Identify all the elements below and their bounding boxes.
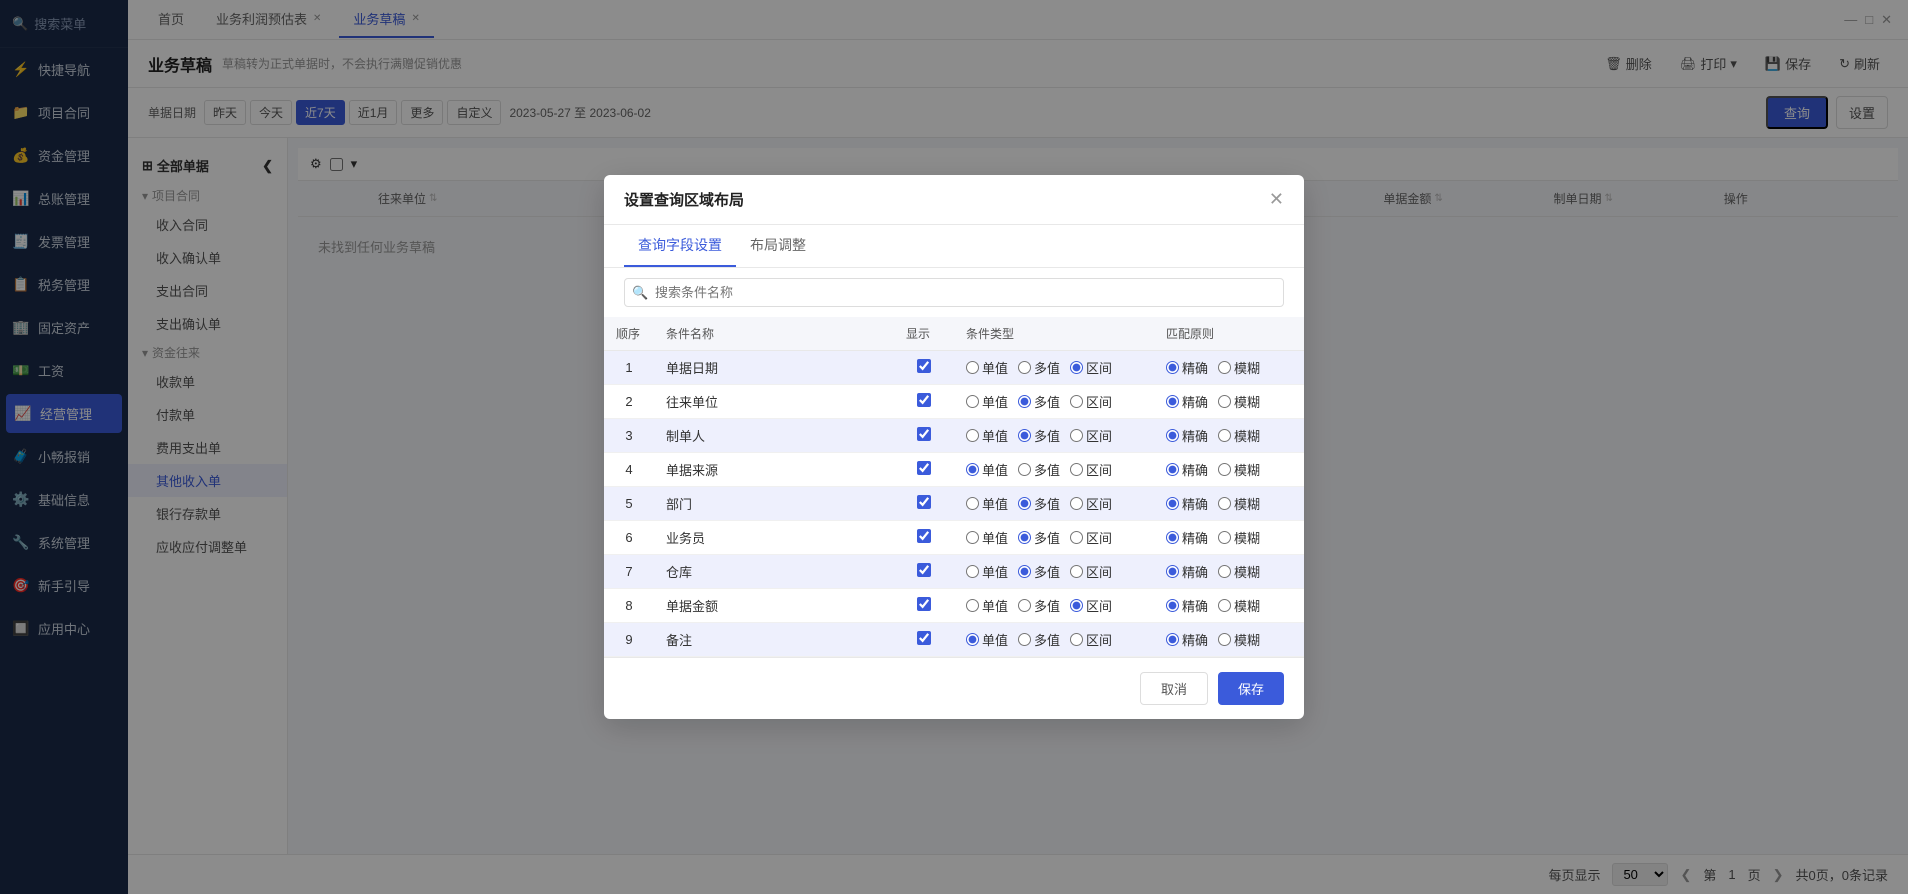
cell-type: 单值多值区间 xyxy=(954,487,1154,521)
dialog-close-button[interactable]: ✕ xyxy=(1269,189,1284,210)
show-checkbox-6[interactable] xyxy=(917,529,931,543)
dialog-body: 查询字段设置 布局调整 🔍 顺序 条件名称 显示 条件类型 xyxy=(604,225,1304,657)
dialog-tabs: 查询字段设置 布局调整 xyxy=(604,225,1304,268)
cell-order: 5 xyxy=(604,487,654,521)
cell-match: 精确模糊 xyxy=(1154,487,1304,521)
table-row: 7 仓库 单值多值区间 精确模糊 xyxy=(604,555,1304,589)
cell-type: 单值多值区间 xyxy=(954,351,1154,385)
cell-order: 3 xyxy=(604,419,654,453)
cell-order: 9 xyxy=(604,623,654,657)
tab-layout[interactable]: 布局调整 xyxy=(736,225,820,267)
cell-show[interactable] xyxy=(894,453,954,487)
show-checkbox-8[interactable] xyxy=(917,597,931,611)
cell-order: 2 xyxy=(604,385,654,419)
show-checkbox-9[interactable] xyxy=(917,631,931,645)
cell-show[interactable] xyxy=(894,521,954,555)
cancel-button[interactable]: 取消 xyxy=(1140,672,1208,705)
cell-type: 单值多值区间 xyxy=(954,623,1154,657)
show-checkbox-3[interactable] xyxy=(917,427,931,441)
cell-name: 备注 xyxy=(654,623,894,657)
th-type: 条件类型 xyxy=(954,317,1154,351)
cell-show[interactable] xyxy=(894,555,954,589)
th-match: 匹配原则 xyxy=(1154,317,1304,351)
show-checkbox-7[interactable] xyxy=(917,563,931,577)
cell-name: 单据来源 xyxy=(654,453,894,487)
table-row: 3 制单人 单值多值区间 精确模糊 xyxy=(604,419,1304,453)
cell-type: 单值多值区间 xyxy=(954,385,1154,419)
cell-match: 精确模糊 xyxy=(1154,351,1304,385)
table-row: 8 单据金额 单值多值区间 精确模糊 xyxy=(604,589,1304,623)
cell-order: 4 xyxy=(604,453,654,487)
dialog-header: 设置查询区域布局 ✕ xyxy=(604,175,1304,225)
cell-name: 仓库 xyxy=(654,555,894,589)
settings-table-container: 顺序 条件名称 显示 条件类型 匹配原则 1 单据日期 单值多值区间 精确模糊 … xyxy=(604,317,1304,657)
dialog-overlay: 设置查询区域布局 ✕ 查询字段设置 布局调整 🔍 顺序 条件名称 xyxy=(0,0,1908,894)
settings-dialog: 设置查询区域布局 ✕ 查询字段设置 布局调整 🔍 顺序 条件名称 xyxy=(604,175,1304,719)
cell-type: 单值多值区间 xyxy=(954,453,1154,487)
cell-name: 往来单位 xyxy=(654,385,894,419)
cell-match: 精确模糊 xyxy=(1154,589,1304,623)
table-row: 9 备注 单值多值区间 精确模糊 xyxy=(604,623,1304,657)
cell-name: 部门 xyxy=(654,487,894,521)
table-row: 5 部门 单值多值区间 精确模糊 xyxy=(604,487,1304,521)
cell-name: 业务员 xyxy=(654,521,894,555)
cell-show[interactable] xyxy=(894,351,954,385)
cell-type: 单值多值区间 xyxy=(954,521,1154,555)
table-row: 2 往来单位 单值多值区间 精确模糊 xyxy=(604,385,1304,419)
cell-type: 单值多值区间 xyxy=(954,589,1154,623)
condition-search-input[interactable] xyxy=(624,278,1284,307)
search-icon: 🔍 xyxy=(632,285,648,301)
cell-order: 7 xyxy=(604,555,654,589)
cell-show[interactable] xyxy=(894,419,954,453)
cell-order: 8 xyxy=(604,589,654,623)
th-show: 显示 xyxy=(894,317,954,351)
cell-match: 精确模糊 xyxy=(1154,555,1304,589)
cell-order: 1 xyxy=(604,351,654,385)
cell-match: 精确模糊 xyxy=(1154,419,1304,453)
tab-field-settings[interactable]: 查询字段设置 xyxy=(624,225,736,267)
show-checkbox-4[interactable] xyxy=(917,461,931,475)
cell-match: 精确模糊 xyxy=(1154,453,1304,487)
cell-match: 精确模糊 xyxy=(1154,385,1304,419)
cell-match: 精确模糊 xyxy=(1154,623,1304,657)
dialog-title: 设置查询区域布局 xyxy=(624,189,744,210)
settings-table: 顺序 条件名称 显示 条件类型 匹配原则 1 单据日期 单值多值区间 精确模糊 … xyxy=(604,317,1304,657)
cell-name: 单据日期 xyxy=(654,351,894,385)
cell-name: 制单人 xyxy=(654,419,894,453)
cell-match: 精确模糊 xyxy=(1154,521,1304,555)
cell-name: 单据金额 xyxy=(654,589,894,623)
show-checkbox-1[interactable] xyxy=(917,359,931,373)
cell-order: 6 xyxy=(604,521,654,555)
th-order: 顺序 xyxy=(604,317,654,351)
table-row: 1 单据日期 单值多值区间 精确模糊 xyxy=(604,351,1304,385)
cell-show[interactable] xyxy=(894,385,954,419)
cell-show[interactable] xyxy=(894,589,954,623)
cell-show[interactable] xyxy=(894,623,954,657)
cell-type: 单值多值区间 xyxy=(954,419,1154,453)
th-name: 条件名称 xyxy=(654,317,894,351)
cell-show[interactable] xyxy=(894,487,954,521)
show-checkbox-2[interactable] xyxy=(917,393,931,407)
dialog-search-area: 🔍 xyxy=(604,268,1304,317)
dialog-save-button[interactable]: 保存 xyxy=(1218,672,1284,705)
cell-type: 单值多值区间 xyxy=(954,555,1154,589)
table-row: 4 单据来源 单值多值区间 精确模糊 xyxy=(604,453,1304,487)
show-checkbox-5[interactable] xyxy=(917,495,931,509)
dialog-footer: 取消 保存 xyxy=(604,657,1304,719)
table-row: 6 业务员 单值多值区间 精确模糊 xyxy=(604,521,1304,555)
